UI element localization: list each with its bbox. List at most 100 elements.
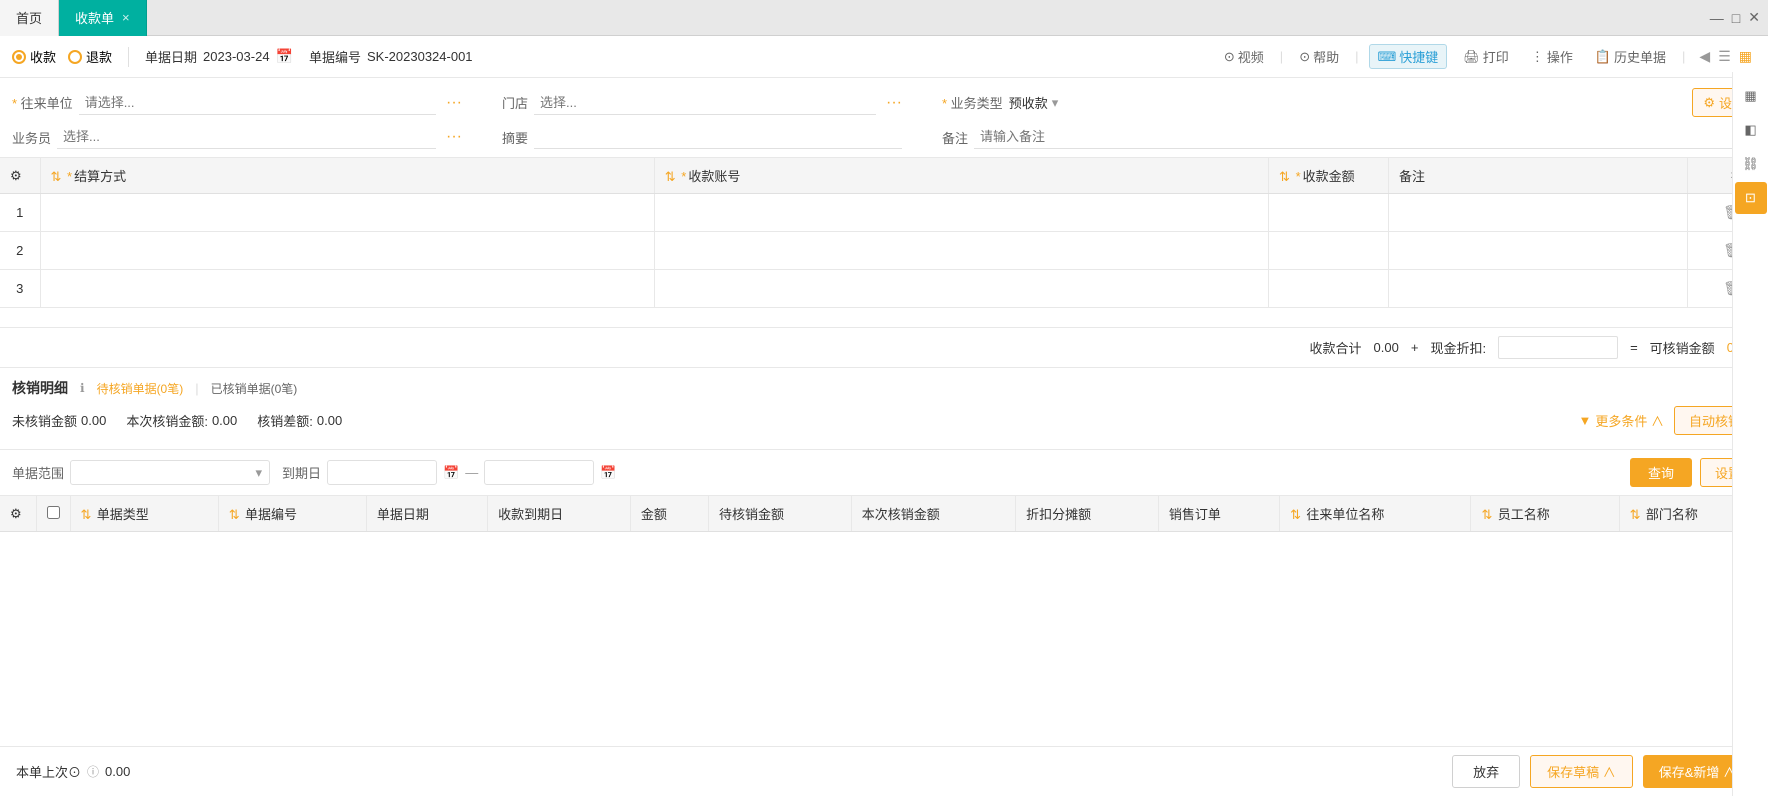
- bth-checkbox[interactable]: [36, 496, 70, 532]
- tab-receipt[interactable]: 收款单 ×: [59, 0, 147, 36]
- bth-bill-no: ⇅ 单据编号: [218, 496, 366, 532]
- verify-info-icon[interactable]: ℹ: [80, 381, 85, 395]
- cell-note-3[interactable]: [1389, 270, 1688, 308]
- store-input[interactable]: [534, 91, 876, 115]
- bth-bill-no-label: 单据编号: [245, 507, 297, 522]
- biz-type-select-wrap[interactable]: 预收款 ▾: [1009, 93, 1059, 112]
- date-dash: —: [465, 465, 478, 480]
- partner-input[interactable]: [79, 91, 436, 115]
- discard-btn[interactable]: 放弃: [1452, 755, 1520, 788]
- tab-home[interactable]: 首页: [0, 0, 59, 36]
- summary-input[interactable]: [534, 125, 902, 149]
- staff-label: 业务员: [12, 128, 51, 147]
- date-to-input[interactable]: 2022-04-12: [484, 460, 594, 485]
- bth-amount-label: 金额: [641, 507, 667, 522]
- staff-input[interactable]: [57, 125, 436, 149]
- sidebar-table-icon[interactable]: ▦: [1735, 80, 1767, 112]
- help-label: 帮助: [1313, 47, 1339, 66]
- bth-bill-type: ⇅ 单据类型: [70, 496, 218, 532]
- cell-amount-1[interactable]: [1269, 194, 1389, 232]
- bottom-table: ⚙ ⇅ 单据类型 ⇅ 单据编号 单据日期: [0, 496, 1768, 532]
- footer-right: 放弃 保存草稿 ∧ 保存&新增 ∧: [1452, 755, 1752, 788]
- th-account-label: 收款账号: [681, 169, 740, 184]
- th-settings[interactable]: ⚙: [0, 158, 40, 194]
- tab-close-icon[interactable]: ×: [122, 10, 130, 25]
- print-label: 打印: [1483, 47, 1509, 66]
- divider1: [128, 47, 129, 67]
- calendar-from-icon[interactable]: 📅: [443, 465, 459, 481]
- search-btn[interactable]: 查询: [1630, 458, 1692, 487]
- tab-divider: |: [195, 381, 198, 396]
- radio-dot-shoukuan: [12, 50, 26, 64]
- shortcut-icon: ⌨: [1378, 49, 1397, 65]
- bth-sales-order-label: 销售订单: [1169, 507, 1221, 522]
- radio-tuikuan[interactable]: 退款: [68, 47, 112, 66]
- tab-pending[interactable]: 待核销单据(0笔): [97, 380, 184, 397]
- stat-current: 本次核销金额: 0.00: [126, 411, 237, 430]
- print-icon: 🖨: [1463, 49, 1480, 65]
- window-controls: — □ ✕: [1710, 9, 1768, 26]
- staff-more-icon[interactable]: ···: [446, 128, 462, 146]
- settings-icon: ⚙: [1703, 95, 1715, 111]
- footer-info-icon[interactable]: ⓘ: [87, 763, 99, 780]
- calendar-to-icon[interactable]: 📅: [600, 465, 616, 481]
- layout-list-icon[interactable]: ☰: [1714, 46, 1735, 67]
- discount-label: 现金折扣:: [1430, 338, 1486, 357]
- bth-settings[interactable]: ⚙: [0, 496, 36, 532]
- help-btn[interactable]: ⊙ 帮助: [1293, 45, 1345, 68]
- action-btn[interactable]: ⋮ 操作: [1525, 45, 1579, 68]
- history-btn[interactable]: 📋 历史单据: [1589, 45, 1672, 68]
- action-label: 操作: [1547, 47, 1573, 66]
- table-row: 2 🗑 ⧉: [0, 232, 1768, 270]
- row-num-1: 1: [0, 194, 40, 232]
- calendar-icon[interactable]: 📅: [276, 48, 293, 65]
- tab-done[interactable]: 已核销单据(0笔): [211, 380, 298, 397]
- video-btn[interactable]: ⊙ 视频: [1218, 45, 1270, 68]
- layout-prev-icon[interactable]: ◀: [1695, 46, 1714, 67]
- cell-amount-2[interactable]: [1269, 232, 1389, 270]
- cell-settlement-1[interactable]: [40, 194, 654, 232]
- maximize-icon[interactable]: □: [1732, 10, 1740, 26]
- minimize-icon[interactable]: —: [1710, 10, 1724, 26]
- radio-shoukuan[interactable]: 收款: [12, 47, 56, 66]
- biz-type-label: 业务类型: [942, 93, 1003, 112]
- bth-current-label: 本次核销金额: [862, 507, 940, 522]
- range-select[interactable]: 全部 本月 本年: [70, 460, 270, 485]
- store-field: 门店 ···: [502, 91, 902, 115]
- cell-note-2[interactable]: [1389, 232, 1688, 270]
- more-filter-btn[interactable]: ▼ 更多条件 ∧: [1578, 411, 1664, 430]
- verify-title-text: 核销明细: [12, 378, 68, 398]
- layout-grid-icon[interactable]: ▦: [1735, 46, 1756, 67]
- date-label: 单据日期: [145, 47, 197, 66]
- close-icon[interactable]: ✕: [1748, 9, 1760, 26]
- date-from-input[interactable]: 2022-04-01: [327, 460, 437, 485]
- select-all-checkbox[interactable]: [47, 506, 60, 519]
- shortcut-btn[interactable]: ⌨ 快捷键: [1369, 44, 1448, 69]
- history-icon: 📋: [1595, 49, 1611, 65]
- stat-diff-value: 0.00: [317, 413, 342, 428]
- cell-account-2[interactable]: [654, 232, 1268, 270]
- total-label: 收款合计: [1310, 338, 1362, 357]
- cell-settlement-3[interactable]: [40, 270, 654, 308]
- summary-field: 摘要: [502, 125, 902, 149]
- filter-icon: ▼: [1578, 413, 1591, 428]
- cell-amount-3[interactable]: [1269, 270, 1389, 308]
- cell-account-1[interactable]: [654, 194, 1268, 232]
- cell-note-1[interactable]: [1389, 194, 1688, 232]
- sidebar-link-icon[interactable]: ⛓: [1735, 148, 1767, 180]
- cell-settlement-2[interactable]: [40, 232, 654, 270]
- discount-input[interactable]: [1498, 336, 1618, 359]
- date-value: 2023-03-24: [203, 49, 270, 64]
- sidebar-expand-icon[interactable]: ⊡: [1735, 182, 1767, 214]
- store-more-icon[interactable]: ···: [886, 94, 902, 112]
- print-btn[interactable]: 🖨 打印: [1457, 45, 1515, 68]
- cell-account-3[interactable]: [654, 270, 1268, 308]
- form-row-1: 往来单位 ··· 门店 ··· 业务类型 预收款 ▾ ⚙: [12, 88, 1756, 117]
- bth-pending: 待核销金额: [708, 496, 851, 532]
- note-input[interactable]: [974, 125, 1756, 149]
- main-content: 收款 退款 单据日期 2023-03-24 📅 单据编号 SK-20230324…: [0, 36, 1768, 796]
- expand-icon: ⊡: [1745, 190, 1756, 206]
- draft-btn[interactable]: 保存草稿 ∧: [1530, 755, 1633, 788]
- sidebar-layout-icon[interactable]: ◧: [1735, 114, 1767, 146]
- partner-more-icon[interactable]: ···: [446, 94, 462, 112]
